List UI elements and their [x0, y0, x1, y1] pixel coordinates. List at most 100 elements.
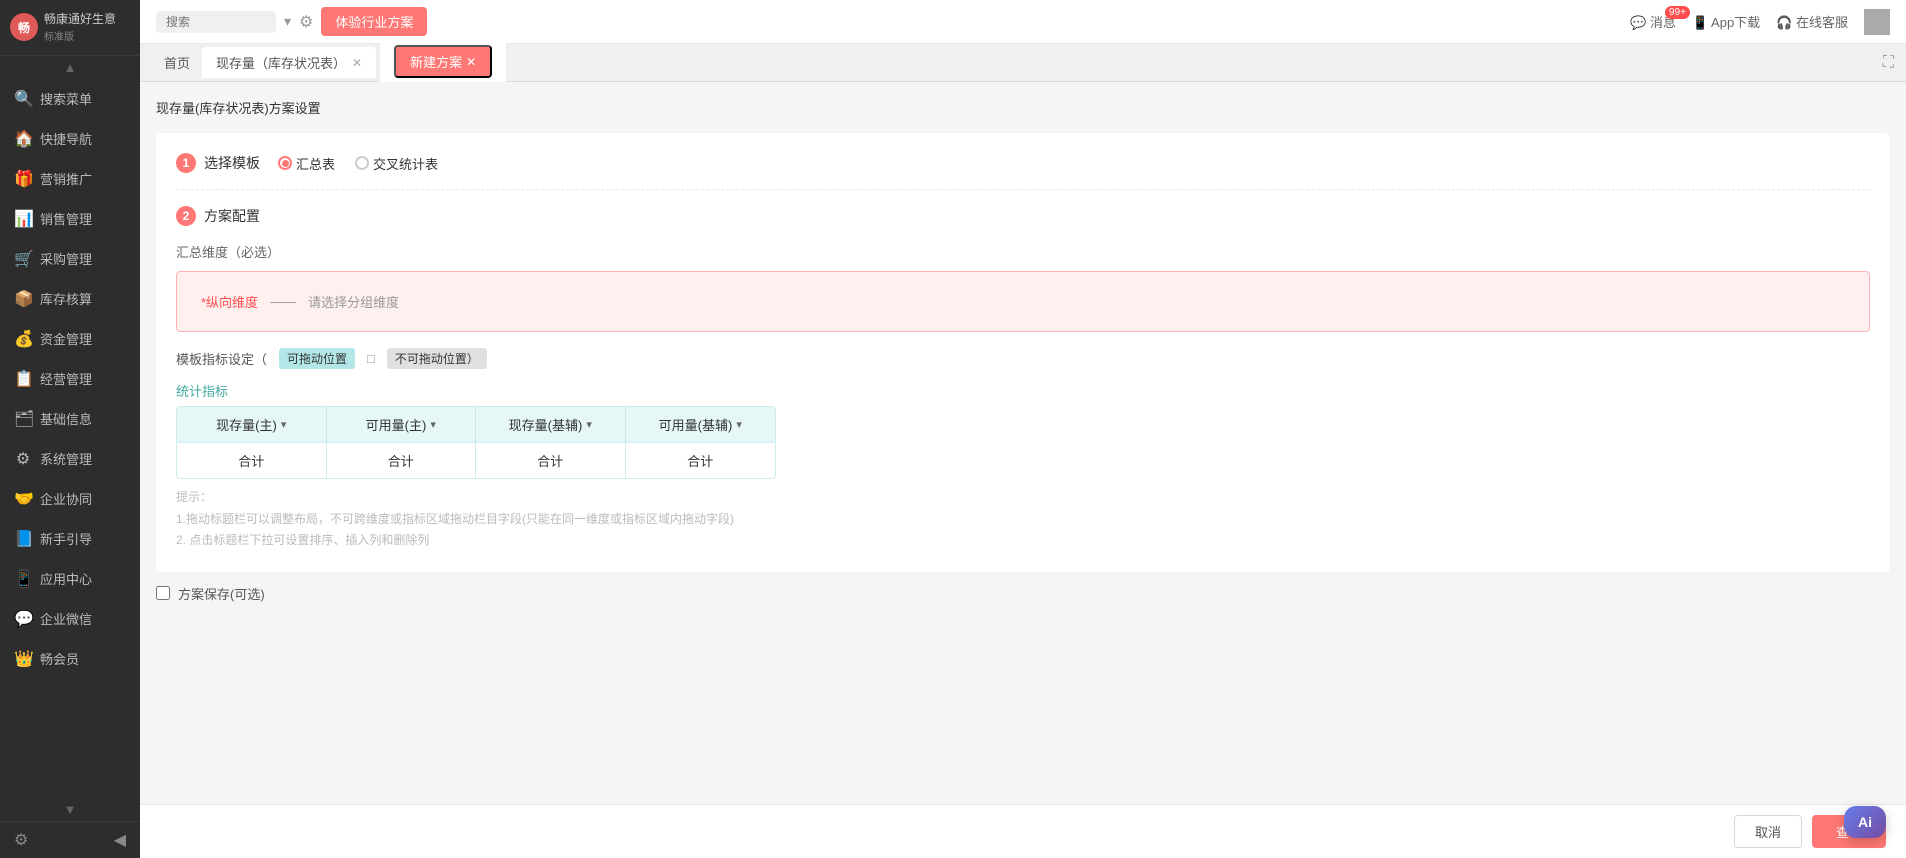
radio-summary-label: 汇总表 [296, 154, 335, 173]
ai-float-button[interactable]: Ai [1844, 806, 1886, 838]
new-plan-close-icon[interactable]: ✕ [466, 55, 476, 69]
col-header-2[interactable]: 现存量(基辅) ▾ [476, 407, 626, 442]
tab-home[interactable]: 首页 [152, 47, 202, 78]
new-plan-button[interactable]: 新建方案 ✕ [394, 45, 492, 78]
sidebar-item-marketing[interactable]: 🎁 营销推广 [0, 159, 140, 199]
cell-0-0: 合计 [177, 443, 327, 478]
col-chevron-0[interactable]: ▾ [281, 418, 287, 431]
tag-draggable: 可拖动位置 [279, 348, 355, 369]
col-label-1: 可用量(主) [366, 415, 427, 434]
stats-section-label: 统计指标 [176, 381, 1870, 400]
expand-icon[interactable]: ⛶ [1883, 54, 1894, 72]
template-radio-group: 汇总表 交叉统计表 [278, 154, 438, 173]
sidebar-bottom: ⚙ ◀ [0, 821, 140, 858]
tabbar: 首页 现存量（库存状况表） ✕ 新建方案 ✕ ⛶ [140, 44, 1906, 82]
folder-icon: 🗂 [14, 409, 32, 429]
topbar-gear-icon[interactable]: ⚙ [299, 12, 313, 32]
col-chevron-2[interactable]: ▾ [586, 418, 592, 431]
sidebar-item-new-guide[interactable]: 📘 新手引导 [0, 519, 140, 559]
col-header-1[interactable]: 可用量(主) ▾ [327, 407, 477, 442]
new-plan-label: 新建方案 [410, 52, 462, 71]
app-download[interactable]: 📱 App下载 [1692, 12, 1760, 31]
logo-sub: 标准版 [44, 28, 116, 43]
sidebar-item-label: 快捷导航 [40, 129, 92, 148]
col-chevron-1[interactable]: ▾ [430, 418, 436, 431]
section2-title: 方案配置 [204, 206, 260, 226]
home-icon: 🏠 [14, 129, 32, 149]
col-chevron-3[interactable]: ▾ [736, 418, 742, 431]
sidebar-item-inventory[interactable]: 📦 库存核算 [0, 279, 140, 319]
col-label-0: 现存量(主) [216, 415, 277, 434]
stats-table-header: 现存量(主) ▾ 可用量(主) ▾ 现存量(基辅) ▾ 可用量(基辅) [177, 407, 775, 442]
section1-header: 1 选择模板 汇总表 交叉统计表 [176, 153, 1870, 173]
chart-icon: 📊 [14, 209, 32, 229]
clipboard-icon: 📋 [14, 369, 32, 389]
tab-inventory-status[interactable]: 现存量（库存状况表） ✕ [202, 47, 376, 78]
dimension-required-mark: *纵向维度 [201, 292, 258, 311]
col-header-0[interactable]: 现存量(主) ▾ [177, 407, 327, 442]
user-avatar[interactable] [1864, 9, 1890, 35]
sidebar-item-quick-nav[interactable]: 🏠 快捷导航 [0, 119, 140, 159]
mobile-icon: 📱 [14, 569, 32, 589]
col-label-2: 现存量(基辅) [509, 415, 583, 434]
tip-item-1: 2. 点击标题栏下拉可设置排序、插入列和删除列 [176, 530, 1870, 552]
sidebar-item-purchase[interactable]: 🛒 采购管理 [0, 239, 140, 279]
search-input[interactable] [156, 11, 276, 33]
sidebar-item-label: 新手引导 [40, 529, 92, 548]
sidebar: 畅 畅康通好生意 标准版 ▲ 🔍 搜索菜单 🏠 快捷导航 🎁 营销推广 📊 销售… [0, 0, 140, 858]
settings-icon[interactable]: ⚙ [14, 830, 28, 850]
box-icon: 📦 [14, 289, 32, 309]
sidebar-item-basic-info[interactable]: 🗂 基础信息 [0, 399, 140, 439]
tab-inventory-status-close[interactable]: ✕ [352, 56, 362, 70]
cell-0-1: 合计 [327, 443, 477, 478]
sidebar-scroll-down[interactable]: ▼ [0, 798, 140, 821]
sidebar-item-enterprise-wechat[interactable]: 💬 企业微信 [0, 599, 140, 639]
tag-non-draggable: 不可拖动位置） [387, 348, 487, 369]
stats-table: 现存量(主) ▾ 可用量(主) ▾ 现存量(基辅) ▾ 可用量(基辅) [176, 406, 776, 479]
stats-section: 统计指标 现存量(主) ▾ 可用量(主) ▾ 现存量(基辅) [176, 381, 1870, 479]
stats-table-row-0: 合计 合计 合计 合计 [177, 442, 775, 478]
sidebar-item-finance[interactable]: 💰 资金管理 [0, 319, 140, 359]
content-area: 现存量(库存状况表)方案设置 1 选择模板 汇总表 交叉统计表 [140, 82, 1906, 804]
sidebar-item-system[interactable]: ⚙ 系统管理 [0, 439, 140, 479]
dimension-box[interactable]: *纵向维度 —— 请选择分组维度 [176, 271, 1870, 332]
collapse-icon[interactable]: ◀ [114, 830, 126, 850]
sidebar-item-operations[interactable]: 📋 经营管理 [0, 359, 140, 399]
section1-number: 1 [176, 153, 196, 173]
radio-summary[interactable]: 汇总表 [278, 154, 335, 173]
tips-section: 提示： 1.拖动标题栏可以调整布局，不可跨维度或指标区域拖动栏目字段(只能在同一… [176, 487, 1870, 552]
topbar-left: ▾ ⚙ 体验行业方案 [156, 7, 427, 36]
sidebar-scroll-up[interactable]: ▲ [0, 56, 140, 79]
col-header-3[interactable]: 可用量(基辅) ▾ [626, 407, 776, 442]
industry-plan-button[interactable]: 体验行业方案 [321, 7, 427, 36]
sidebar-item-vip[interactable]: 👑 畅会员 [0, 639, 140, 679]
topbar: ▾ ⚙ 体验行业方案 💬 消息 99+ 📱 App下载 🎧 在线客服 [140, 0, 1906, 44]
sidebar-item-label: 销售管理 [40, 209, 92, 228]
dropdown-icon[interactable]: ▾ [284, 13, 291, 30]
save-section: 方案保存(可选) [156, 584, 1890, 603]
cell-0-2: 合计 [476, 443, 626, 478]
sidebar-item-sales[interactable]: 📊 销售管理 [0, 199, 140, 239]
crown-icon: 👑 [14, 649, 32, 669]
money-icon: 💰 [14, 329, 32, 349]
save-checkbox[interactable] [156, 586, 170, 600]
sidebar-item-search-menu[interactable]: 🔍 搜索菜单 [0, 79, 140, 119]
sidebar-item-label: 营销推广 [40, 169, 92, 188]
cancel-button[interactable]: 取消 [1734, 815, 1802, 848]
sidebar-nav: 🔍 搜索菜单 🏠 快捷导航 🎁 营销推广 📊 销售管理 🛒 采购管理 📦 库存核… [0, 79, 140, 798]
radio-cross[interactable]: 交叉统计表 [355, 154, 438, 173]
logo-name: 畅康通好生意 [44, 12, 116, 28]
sidebar-logo: 畅 畅康通好生意 标准版 [0, 0, 140, 56]
sidebar-item-app-center[interactable]: 📱 应用中心 [0, 559, 140, 599]
template-settings-row: 模板指标设定（ 可拖动位置 □ 不可拖动位置） [176, 348, 1870, 369]
radio-summary-circle [278, 156, 292, 170]
tab-new-plan[interactable]: 新建方案 ✕ [380, 39, 506, 86]
online-service[interactable]: 🎧 在线客服 [1776, 12, 1848, 31]
template-settings-sep: □ [367, 351, 375, 366]
dimension-placeholder: 请选择分组维度 [308, 292, 399, 311]
section2-number: 2 [176, 206, 196, 226]
sidebar-item-enterprise[interactable]: 🤝 企业协同 [0, 479, 140, 519]
logo-icon: 畅 [10, 13, 38, 41]
book-icon: 📘 [14, 529, 32, 549]
message-badge[interactable]: 💬 消息 99+ [1630, 12, 1676, 31]
